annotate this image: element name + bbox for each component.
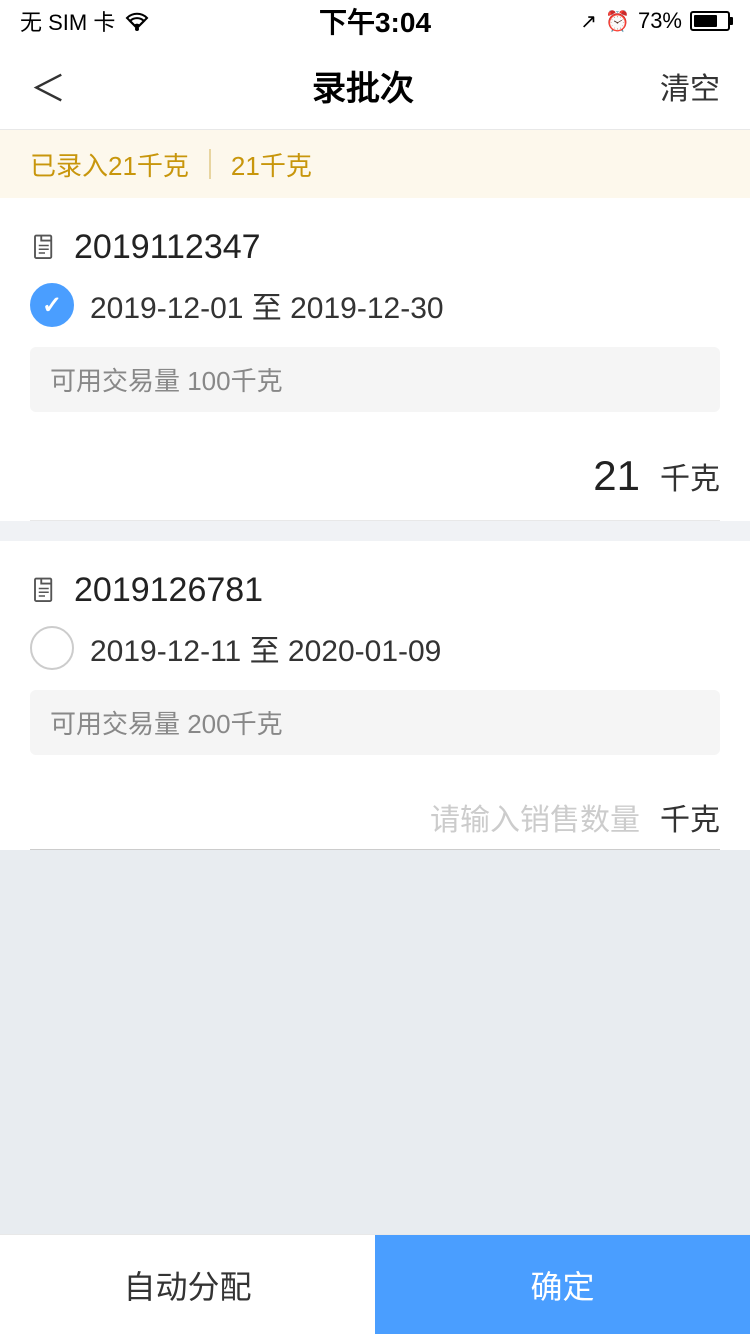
quantity-value-1[interactable]: 21: [593, 452, 640, 500]
back-button[interactable]: ＜: [30, 60, 66, 112]
nav-bar: ＜ 录批次 清空: [0, 42, 750, 130]
available-text-1: 可用交易量 100千克: [50, 366, 283, 396]
wifi-icon: [123, 10, 151, 32]
info-banner: 已录入21千克 21千克: [0, 130, 750, 198]
quantity-row-1: 21 千克: [30, 432, 720, 521]
radio-1[interactable]: ✓: [30, 283, 74, 327]
info-divider: [209, 149, 211, 179]
status-bar: 无 SIM 卡 下午3:04 ↗ ⏰ 73%: [0, 0, 750, 42]
status-left: 无 SIM 卡: [20, 5, 151, 37]
batch-header-2: 2019126781: [30, 571, 720, 610]
batch-date-row-2[interactable]: 2019-12-11 至 2020-01-09: [30, 626, 720, 670]
check-icon-1: ✓: [42, 291, 62, 320]
location-icon: ↗: [580, 9, 597, 34]
info-amount: 21千克: [231, 146, 312, 183]
status-right: ↗ ⏰ 73%: [580, 8, 730, 34]
batch-card-1: 2019112347 ✓ 2019-12-01 至 2019-12-30 可用交…: [0, 198, 750, 521]
batch-date-1: 2019-12-01 至 2019-12-30: [90, 283, 444, 327]
quantity-row-2: 请输入销售数量 千克: [30, 775, 720, 850]
available-box-1: 可用交易量 100千克: [30, 347, 720, 412]
batch-header-1: 2019112347: [30, 228, 720, 267]
batch-date-2: 2019-12-11 至 2020-01-09: [90, 626, 441, 670]
battery-percent: 73%: [638, 8, 682, 34]
recorded-label: 已录入21千克: [30, 146, 189, 183]
doc-icon-1: [30, 233, 60, 263]
doc-icon-2: [30, 576, 60, 606]
battery-icon: [690, 11, 730, 31]
auto-distribute-button[interactable]: 自动分配: [0, 1235, 375, 1334]
batch-card-2: 2019126781 2019-12-11 至 2020-01-09 可用交易量…: [0, 541, 750, 850]
batch-number-1: 2019112347: [74, 228, 261, 267]
batch-date-row-1[interactable]: ✓ 2019-12-01 至 2019-12-30: [30, 283, 720, 327]
available-text-2: 可用交易量 200千克: [50, 709, 283, 739]
radio-2[interactable]: [30, 626, 74, 670]
quantity-placeholder-2[interactable]: 请输入销售数量: [30, 795, 640, 839]
status-time: 下午3:04: [319, 1, 431, 41]
bottom-buttons: 自动分配 确定: [0, 1234, 750, 1334]
card-separator-1: [0, 521, 750, 541]
unit-label-1: 千克: [660, 454, 720, 498]
page-title: 录批次: [312, 61, 414, 110]
unit-label-2: 千克: [660, 795, 720, 839]
batch-number-2: 2019126781: [74, 571, 263, 610]
carrier-label: 无 SIM 卡: [20, 5, 115, 37]
confirm-button[interactable]: 确定: [375, 1235, 750, 1334]
alarm-icon: ⏰: [605, 9, 630, 34]
available-box-2: 可用交易量 200千克: [30, 690, 720, 755]
clear-button[interactable]: 清空: [660, 64, 720, 108]
